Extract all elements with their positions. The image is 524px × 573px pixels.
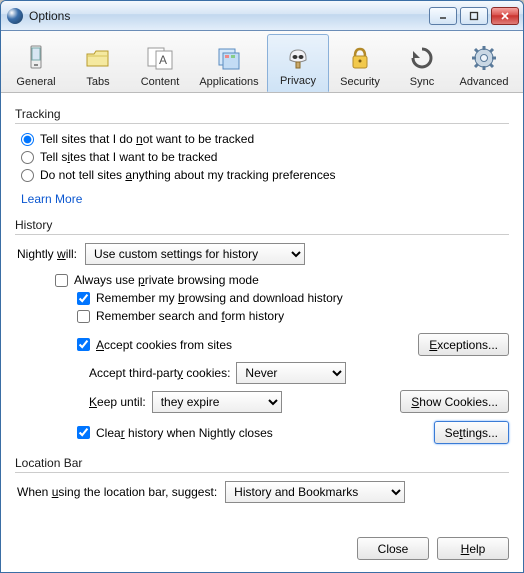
dialog-footer: Close Help bbox=[1, 529, 523, 572]
close-window-button[interactable] bbox=[491, 7, 519, 25]
radio-do-not-track[interactable]: Tell sites that I do not want to be trac… bbox=[21, 132, 509, 146]
location-suggest-select[interactable]: History and Bookmarks bbox=[225, 481, 405, 503]
check-remember-search-label: Remember search and form history bbox=[96, 309, 284, 323]
security-icon bbox=[346, 44, 374, 72]
privacy-icon bbox=[284, 43, 312, 71]
maximize-button[interactable] bbox=[460, 7, 488, 25]
check-private-browsing[interactable]: Always use private browsing mode bbox=[55, 273, 509, 287]
location-heading: Location Bar bbox=[15, 456, 509, 470]
panel-body: Tracking Tell sites that I do not want t… bbox=[1, 93, 523, 529]
check-remember-browsing-label: Remember my browsing and download histor… bbox=[96, 291, 343, 305]
tab-general[interactable]: General bbox=[5, 34, 67, 92]
keep-until-select[interactable]: they expire bbox=[152, 391, 282, 413]
check-accept-cookies-label: Accept cookies from sites bbox=[96, 338, 232, 352]
third-party-label: Accept third-party cookies: bbox=[89, 366, 230, 380]
tracking-heading: Tracking bbox=[15, 107, 509, 121]
sync-icon bbox=[408, 44, 436, 72]
radio-track-input[interactable] bbox=[21, 151, 34, 164]
category-toolbar: General Tabs A Content Applications Priv… bbox=[1, 31, 523, 93]
history-mode-row: Nightly will: Use custom settings for hi… bbox=[17, 243, 509, 265]
content-icon: A bbox=[146, 44, 174, 72]
help-button[interactable]: Help bbox=[437, 537, 509, 560]
tab-content[interactable]: A Content bbox=[129, 34, 191, 92]
settings-button[interactable]: Settings... bbox=[434, 421, 509, 444]
third-party-select[interactable]: Never bbox=[236, 362, 346, 384]
tab-security-label: Security bbox=[340, 76, 380, 88]
advanced-icon bbox=[470, 44, 498, 72]
tab-privacy[interactable]: Privacy bbox=[267, 34, 329, 92]
check-remember-search[interactable]: Remember search and form history bbox=[77, 309, 509, 323]
check-remember-search-input[interactable] bbox=[77, 310, 90, 323]
check-clear-history-input[interactable] bbox=[77, 426, 90, 439]
radio-no-pref-label: Do not tell sites anything about my trac… bbox=[40, 168, 336, 182]
minimize-button[interactable] bbox=[429, 7, 457, 25]
tab-general-label: General bbox=[16, 76, 55, 88]
tab-applications-label: Applications bbox=[199, 76, 258, 88]
check-remember-browsing[interactable]: Remember my browsing and download histor… bbox=[77, 291, 509, 305]
learn-more-link[interactable]: Learn More bbox=[21, 192, 82, 206]
svg-text:A: A bbox=[159, 53, 167, 67]
check-private-browsing-label: Always use private browsing mode bbox=[74, 273, 259, 287]
radio-do-not-track-input[interactable] bbox=[21, 133, 34, 146]
radio-do-not-track-label: Tell sites that I do not want to be trac… bbox=[40, 132, 254, 146]
location-suggest-row: When using the location bar, suggest: Hi… bbox=[17, 481, 509, 503]
divider bbox=[15, 472, 509, 473]
divider bbox=[15, 234, 509, 235]
check-remember-browsing-input[interactable] bbox=[77, 292, 90, 305]
exceptions-button[interactable]: Exceptions... bbox=[418, 333, 509, 356]
tab-content-label: Content bbox=[141, 76, 180, 88]
location-suggest-label: When using the location bar, suggest: bbox=[17, 485, 217, 499]
radio-track-label: Tell sites that I want to be tracked bbox=[40, 150, 217, 164]
check-private-browsing-input[interactable] bbox=[55, 274, 68, 287]
tab-security[interactable]: Security bbox=[329, 34, 391, 92]
tab-sync[interactable]: Sync bbox=[391, 34, 453, 92]
close-button[interactable]: Close bbox=[357, 537, 429, 560]
app-icon bbox=[7, 8, 23, 24]
check-accept-cookies-input[interactable] bbox=[77, 338, 90, 351]
divider bbox=[15, 123, 509, 124]
tabs-icon bbox=[84, 44, 112, 72]
tab-sync-label: Sync bbox=[410, 76, 434, 88]
check-clear-history-label: Clear history when Nightly closes bbox=[96, 426, 273, 440]
applications-icon bbox=[215, 44, 243, 72]
keep-until-row: Keep until: they expire Show Cookies... bbox=[89, 390, 509, 413]
radio-no-pref[interactable]: Do not tell sites anything about my trac… bbox=[21, 168, 509, 182]
tab-privacy-label: Privacy bbox=[280, 75, 316, 87]
keep-until-label: Keep until: bbox=[89, 395, 146, 409]
tab-advanced-label: Advanced bbox=[460, 76, 509, 88]
history-mode-select[interactable]: Use custom settings for history bbox=[85, 243, 305, 265]
tab-tabs-label: Tabs bbox=[86, 76, 109, 88]
options-window: Options General Tabs A Content Applicati… bbox=[0, 0, 524, 573]
titlebar: Options bbox=[1, 1, 523, 31]
nightly-will-label: Nightly will: bbox=[17, 247, 77, 261]
radio-track[interactable]: Tell sites that I want to be tracked bbox=[21, 150, 509, 164]
show-cookies-button[interactable]: Show Cookies... bbox=[400, 390, 509, 413]
general-icon bbox=[22, 44, 50, 72]
window-controls bbox=[429, 7, 519, 25]
tab-applications[interactable]: Applications bbox=[191, 34, 267, 92]
tab-advanced[interactable]: Advanced bbox=[453, 34, 515, 92]
tab-tabs[interactable]: Tabs bbox=[67, 34, 129, 92]
radio-no-pref-input[interactable] bbox=[21, 169, 34, 182]
history-heading: History bbox=[15, 218, 509, 232]
window-title: Options bbox=[29, 9, 429, 23]
third-party-row: Accept third-party cookies: Never bbox=[89, 362, 509, 384]
